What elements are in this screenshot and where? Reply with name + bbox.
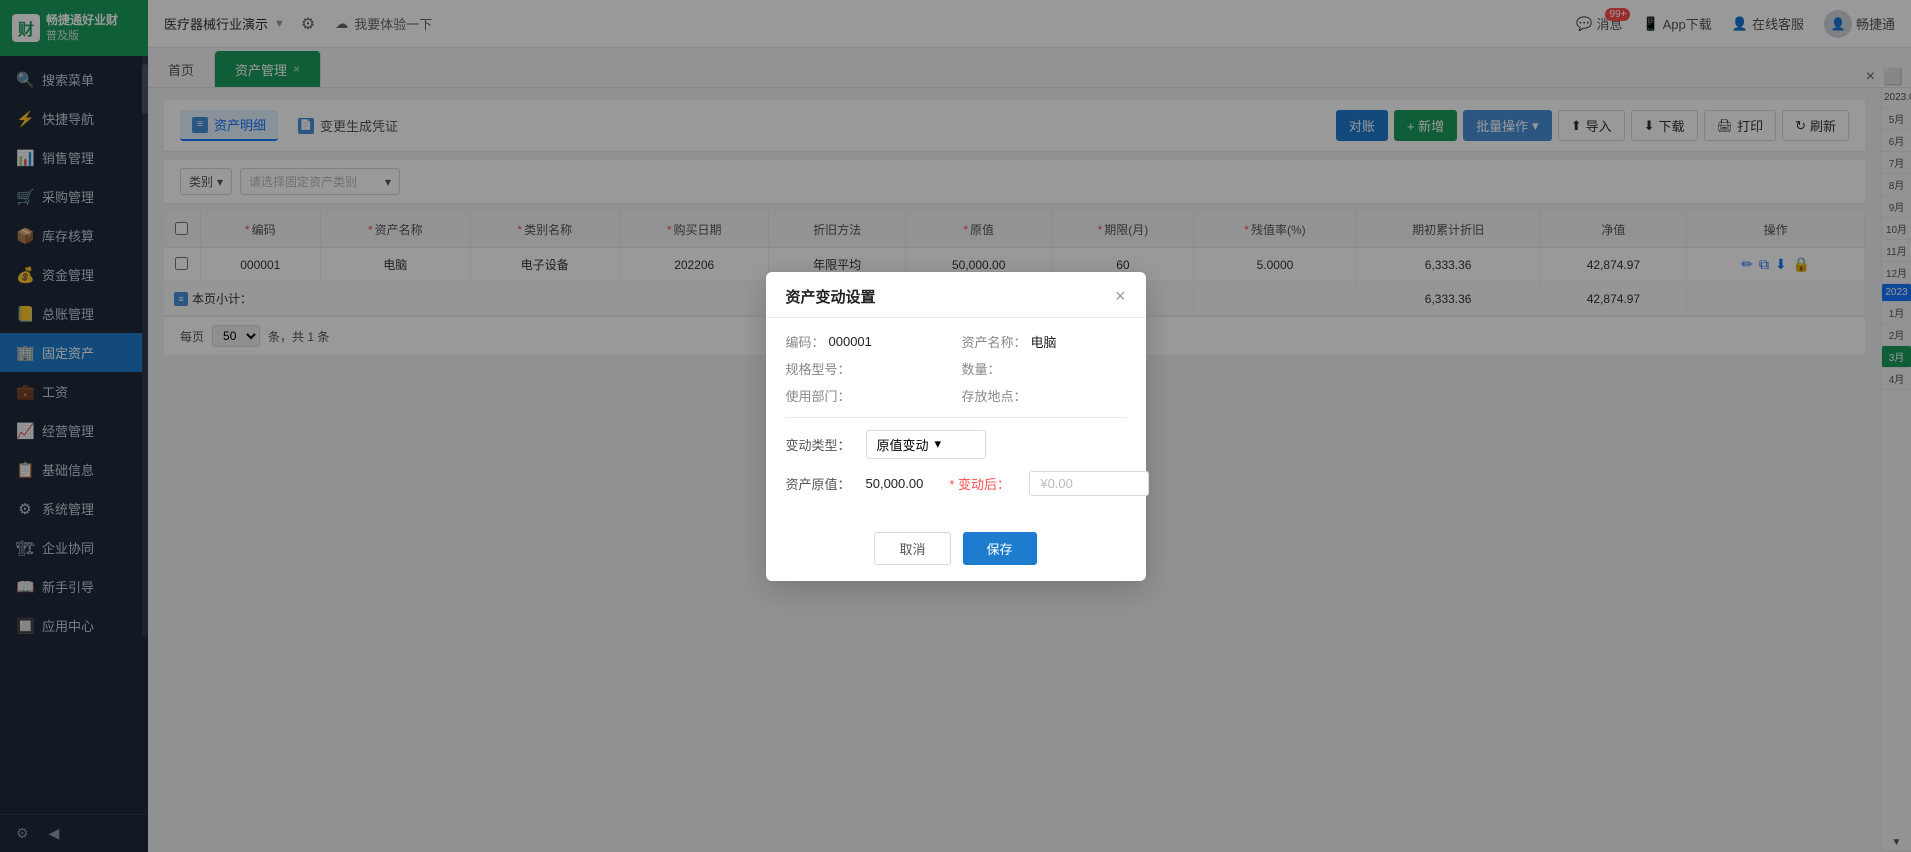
dept-label: 使用部门：	[786, 386, 851, 405]
dialog-info-grid: 编码： 000001 资产名称： 电脑 规格型号： 数量： 使用部门：	[786, 332, 1126, 418]
code-value: 000001	[829, 334, 872, 349]
change-type-select[interactable]: 原值变动 ▾	[866, 430, 986, 459]
info-asset-name: 资产名称： 电脑	[962, 332, 1126, 351]
info-spec: 规格型号：	[786, 359, 950, 378]
after-change-label: * 变动后：	[949, 474, 1019, 493]
info-location: 存放地点：	[962, 386, 1126, 405]
save-button[interactable]: 保存	[963, 532, 1037, 565]
asset-value: 50,000.00	[866, 476, 924, 491]
info-quantity: 数量：	[962, 359, 1126, 378]
code-label: 编码：	[786, 332, 825, 351]
dialog-overlay: 资产变动设置 × 编码： 000001 资产名称： 电脑 规格型号： 数量：	[0, 0, 1911, 852]
change-type-row: 变动类型： 原值变动 ▾	[786, 430, 1126, 459]
dialog-close-button[interactable]: ×	[1115, 286, 1126, 307]
asset-name-label: 资产名称：	[962, 332, 1027, 351]
location-label: 存放地点：	[962, 386, 1027, 405]
cancel-button[interactable]: 取消	[874, 532, 950, 565]
quantity-label: 数量：	[962, 359, 1001, 378]
dialog-footer: 取消 保存	[766, 522, 1146, 581]
dialog-body: 编码： 000001 资产名称： 电脑 规格型号： 数量： 使用部门：	[766, 318, 1146, 522]
info-code: 编码： 000001	[786, 332, 950, 351]
dialog-header: 资产变动设置 ×	[766, 272, 1146, 318]
change-type-arrow: ▾	[935, 436, 942, 452]
change-type-label: 变动类型：	[786, 435, 856, 454]
dialog-title: 资产变动设置	[786, 286, 876, 307]
asset-name-value: 电脑	[1031, 332, 1057, 351]
change-type-value: 原值变动	[877, 435, 929, 454]
after-change-input[interactable]	[1029, 471, 1149, 496]
info-dept: 使用部门：	[786, 386, 950, 405]
asset-change-dialog: 资产变动设置 × 编码： 000001 资产名称： 电脑 规格型号： 数量：	[766, 272, 1146, 581]
asset-value-row: 资产原值： 50,000.00 * 变动后：	[786, 471, 1126, 496]
asset-value-label: 资产原值：	[786, 474, 856, 493]
spec-label: 规格型号：	[786, 359, 851, 378]
